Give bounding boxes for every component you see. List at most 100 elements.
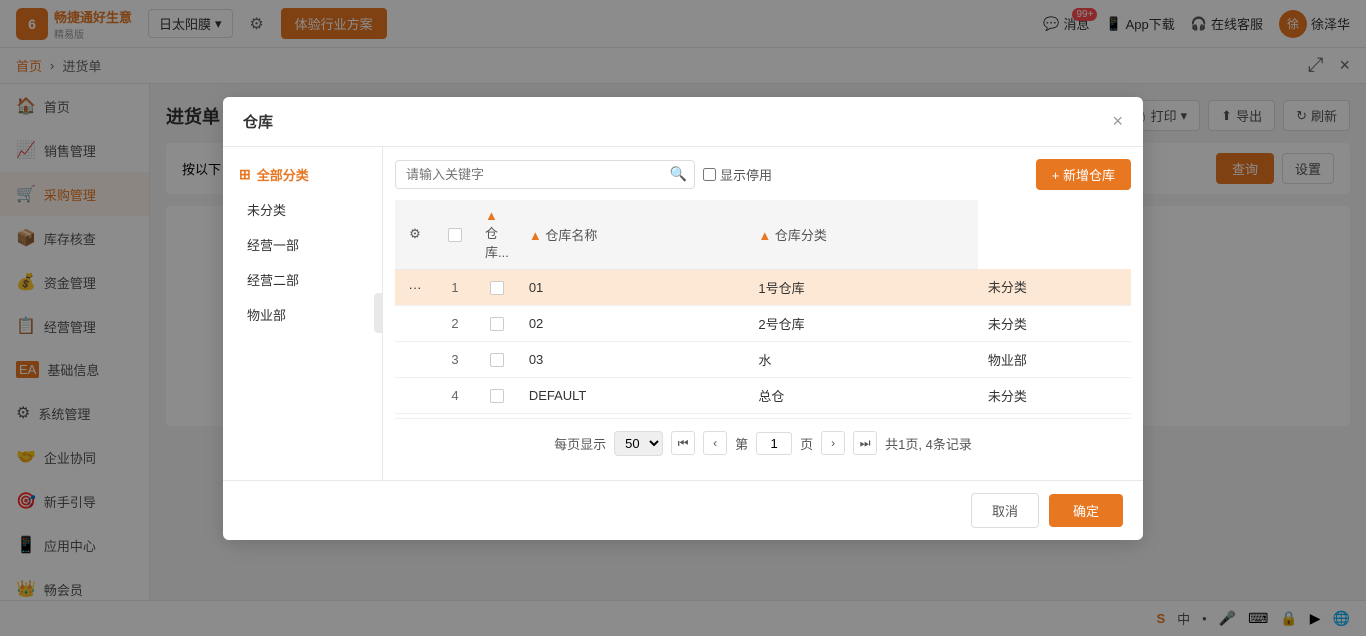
row-check-cell	[475, 377, 519, 413]
row-more-icon[interactable]: ···	[409, 280, 422, 295]
category-item-ops1[interactable]: 经营一部	[223, 227, 382, 262]
table-row[interactable]: 3 03 水 物业部	[395, 341, 1131, 377]
category-item-label: 经营二部	[247, 273, 299, 288]
modal-overlay: 仓库 × 《 ⊞ 全部分类 未分类 经营一部	[0, 0, 1366, 636]
warehouse-category: 未分类	[988, 280, 1027, 295]
table-row[interactable]: 2 02 2号仓库 未分类	[395, 305, 1131, 341]
page-size-label: 每页显示	[554, 434, 606, 453]
modal-header: 仓库 ×	[223, 97, 1143, 147]
row-code-cell: DEFAULT	[519, 377, 749, 413]
total-info: 共1页, 4条记录	[885, 434, 972, 453]
row-category-cell: 未分类	[978, 305, 1131, 341]
table-header: ⚙ ▲ 仓库... ▲	[395, 200, 1131, 270]
search-bar: 🔍 显示停用 + 新增仓库	[395, 159, 1131, 190]
prev-page-button[interactable]: ‹	[703, 431, 727, 455]
col-name-label: 仓库名称	[545, 228, 597, 243]
gear-icon: ⚙	[409, 226, 421, 241]
search-input[interactable]	[395, 160, 695, 189]
row-gear-cell: ···	[395, 269, 435, 305]
table-body: ··· 1 01 1号仓库	[395, 269, 1131, 413]
warehouse-category: 未分类	[988, 389, 1027, 404]
category-item-property[interactable]: 物业部	[223, 297, 382, 332]
category-item-ops2[interactable]: 经营二部	[223, 262, 382, 297]
modal-body: 《 ⊞ 全部分类 未分类 经营一部 经营二部 物业部	[223, 147, 1143, 480]
new-warehouse-button[interactable]: + 新增仓库	[1036, 159, 1131, 190]
col-header-code: ▲ 仓库...	[475, 200, 519, 270]
col-header-category: ▲ 仓库分类	[748, 200, 978, 270]
page-size-select[interactable]: 50	[614, 431, 663, 456]
modal-footer: 取消 确定	[223, 480, 1143, 540]
col-category-label: 仓库分类	[775, 228, 827, 243]
warehouse-name: 2号仓库	[758, 317, 804, 332]
category-item-label: 物业部	[247, 308, 286, 323]
table-panel: 🔍 显示停用 + 新增仓库 ⚙	[383, 147, 1143, 480]
row-gear-cell	[395, 305, 435, 341]
row-num-cell: 1	[435, 269, 475, 305]
row-name-cell: 1号仓库	[748, 269, 978, 305]
warehouse-code: 01	[529, 280, 543, 295]
col-header-name: ▲ 仓库名称	[519, 200, 749, 270]
row-name-cell: 水	[748, 341, 978, 377]
cancel-button[interactable]: 取消	[971, 493, 1039, 528]
next-page-button[interactable]: ›	[821, 431, 845, 455]
page-input[interactable]	[756, 432, 792, 455]
row-checkbox[interactable]	[490, 317, 504, 331]
row-name-cell: 总仓	[748, 377, 978, 413]
all-category-item[interactable]: ⊞ 全部分类	[223, 157, 382, 192]
row-name-cell: 2号仓库	[748, 305, 978, 341]
row-checkbox[interactable]	[490, 281, 504, 295]
row-checkbox[interactable]	[490, 389, 504, 403]
last-page-button[interactable]: ⏭	[853, 431, 877, 455]
sort-icon-code: ▲	[485, 208, 498, 223]
row-checkbox[interactable]	[490, 353, 504, 367]
warehouse-name: 1号仓库	[758, 281, 804, 296]
warehouse-category: 物业部	[988, 353, 1027, 368]
row-code-cell: 01	[519, 269, 749, 305]
grid-icon: ⊞	[239, 166, 251, 183]
col-header-gear: ⚙	[395, 200, 435, 270]
pagination-bar: 每页显示 50 ⏮ ‹ 第 页 › ⏭ 共1页, 4条记录	[395, 418, 1131, 468]
warehouse-code: DEFAULT	[529, 388, 587, 403]
warehouse-name: 水	[758, 353, 771, 368]
col-header-check	[435, 200, 475, 270]
row-num-cell: 3	[435, 341, 475, 377]
category-panel: 《 ⊞ 全部分类 未分类 经营一部 经营二部 物业部	[223, 147, 383, 480]
show-disabled-wrap: 显示停用	[703, 165, 772, 184]
modal-close-button[interactable]: ×	[1112, 112, 1123, 130]
warehouse-code: 03	[529, 352, 543, 367]
show-disabled-label: 显示停用	[720, 165, 772, 184]
row-code-cell: 02	[519, 305, 749, 341]
warehouse-name: 总仓	[758, 389, 784, 404]
confirm-button[interactable]: 确定	[1049, 494, 1123, 527]
table-scroll-area: ⚙ ▲ 仓库... ▲	[395, 200, 1131, 414]
sort-icon-cat: ▲	[758, 228, 771, 243]
col-code-label: 仓库...	[485, 226, 509, 260]
category-item-label: 未分类	[247, 203, 286, 218]
row-num-cell: 4	[435, 377, 475, 413]
modal-title: 仓库	[243, 111, 273, 132]
category-item-unclassified[interactable]: 未分类	[223, 192, 382, 227]
warehouse-table: ⚙ ▲ 仓库... ▲	[395, 200, 1131, 414]
row-category-cell: 未分类	[978, 269, 1131, 305]
table-row[interactable]: 4 DEFAULT 总仓 未分类	[395, 377, 1131, 413]
row-check-cell	[475, 305, 519, 341]
select-all-checkbox[interactable]	[448, 228, 462, 242]
chevron-left-icon: 《	[378, 305, 383, 322]
search-input-wrap: 🔍	[395, 160, 695, 189]
category-collapse-button[interactable]: 《	[374, 293, 383, 333]
show-disabled-checkbox[interactable]	[703, 168, 716, 181]
category-item-label: 经营一部	[247, 238, 299, 253]
first-page-button[interactable]: ⏮	[671, 431, 695, 455]
row-gear-cell	[395, 341, 435, 377]
row-code-cell: 03	[519, 341, 749, 377]
warehouse-code: 02	[529, 316, 543, 331]
warehouse-modal: 仓库 × 《 ⊞ 全部分类 未分类 经营一部	[223, 97, 1143, 540]
row-category-cell: 未分类	[978, 377, 1131, 413]
sort-icon-name: ▲	[529, 228, 542, 243]
row-check-cell	[475, 269, 519, 305]
table-row[interactable]: ··· 1 01 1号仓库	[395, 269, 1131, 305]
warehouse-category: 未分类	[988, 317, 1027, 332]
row-check-cell	[475, 341, 519, 377]
all-category-label: 全部分类	[257, 165, 309, 184]
row-gear-cell	[395, 377, 435, 413]
